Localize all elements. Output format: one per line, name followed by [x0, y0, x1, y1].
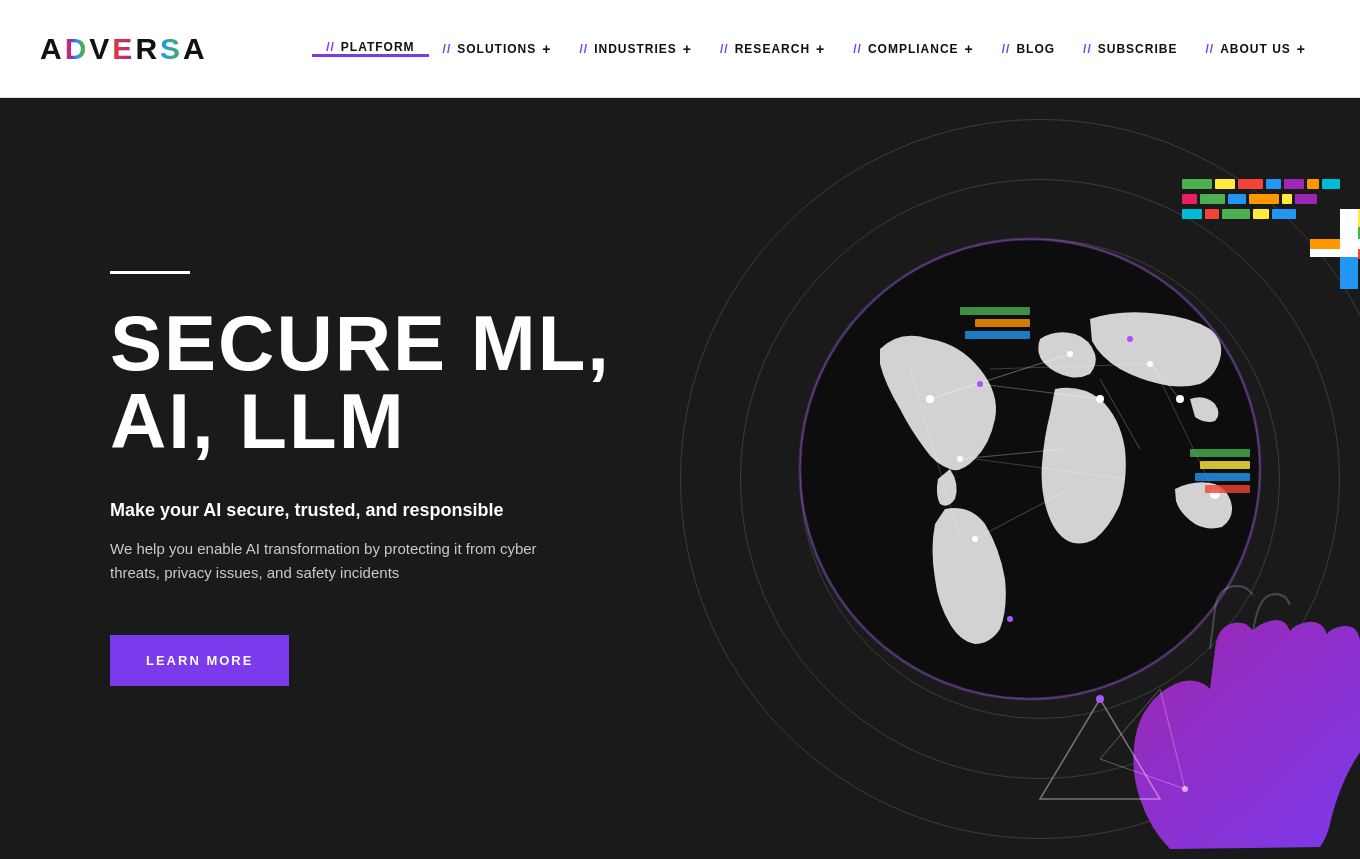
bar-orange-1 — [1307, 179, 1319, 189]
bar-green-1 — [1182, 179, 1212, 189]
nav-item-blog[interactable]: // BLOG — [988, 42, 1069, 56]
nav-slash-industries: // — [579, 42, 588, 56]
triangle-dot — [1096, 695, 1104, 703]
nav-slash-platform: // — [326, 40, 335, 54]
globe-bar-top-3 — [965, 331, 1030, 339]
bar-blue-2 — [1228, 194, 1246, 204]
site-header: ADVERSA // PLATFORM // SOLUTIONS + // IN… — [0, 0, 1360, 98]
bar-yellow-3 — [1253, 209, 1269, 219]
data-bar-row-1 — [1182, 179, 1340, 189]
logo[interactable]: ADVERSA — [40, 32, 208, 66]
nav-label-platform: PLATFORM — [341, 40, 415, 54]
nav-slash-subscribe: // — [1083, 42, 1092, 56]
bar-purple-1 — [1284, 179, 1304, 189]
bar-pink-2 — [1182, 194, 1197, 204]
main-nav: // PLATFORM // SOLUTIONS + // INDUSTRIES… — [268, 40, 1320, 57]
bar-red-1 — [1238, 179, 1263, 189]
hero-subtitle: Make your AI secure, trusted, and respon… — [110, 500, 680, 521]
globe-wrapper — [660, 99, 1360, 859]
hero-content: SECURE ML, AI, LLM Make your AI secure, … — [0, 191, 680, 766]
nav-plus-compliance: + — [965, 41, 974, 57]
bar-cyan-1 — [1322, 179, 1340, 189]
nav-plus-research: + — [816, 41, 825, 57]
node-7 — [1176, 395, 1184, 403]
triangle-2 — [1100, 689, 1185, 789]
nav-slash-compliance: // — [853, 42, 862, 56]
nav-label-blog: BLOG — [1016, 42, 1055, 56]
nav-item-industries[interactable]: // INDUSTRIES + — [565, 41, 706, 57]
nav-item-research[interactable]: // RESEARCH + — [706, 41, 839, 57]
learn-more-button[interactable]: LEARN MORE — [110, 635, 289, 686]
node-10 — [1147, 361, 1153, 367]
bar-yellow-2 — [1282, 194, 1292, 204]
plus-accent-5 — [1340, 257, 1358, 289]
nav-label-subscribe: SUBSCRIBE — [1098, 42, 1178, 56]
node-1 — [926, 395, 934, 403]
bar-blue-1 — [1266, 179, 1281, 189]
nav-slash-solutions: // — [443, 42, 452, 56]
nav-plus-solutions: + — [542, 41, 551, 57]
triangles-svg — [1020, 659, 1200, 809]
nav-item-compliance[interactable]: // COMPLIANCE + — [839, 41, 988, 57]
bar-orange-2 — [1249, 194, 1279, 204]
hero-divider — [110, 271, 190, 274]
plus-cross-svg — [1300, 199, 1360, 299]
node-6 — [1127, 336, 1133, 342]
bar-green-2 — [1200, 194, 1225, 204]
nav-label-research: RESEARCH — [735, 42, 810, 56]
nav-plus-industries: + — [683, 41, 692, 57]
node-3 — [977, 381, 983, 387]
globe-bar-1 — [1190, 449, 1250, 457]
node-5 — [957, 456, 963, 462]
bar-red-3 — [1205, 209, 1219, 219]
nav-item-subscribe[interactable]: // SUBSCRIBE — [1069, 42, 1191, 56]
nav-label-about: ABOUT US — [1220, 42, 1291, 56]
hero-section: SECURE ML, AI, LLM Make your AI secure, … — [0, 98, 1360, 859]
node-2 — [1067, 351, 1073, 357]
node-4 — [1096, 395, 1104, 403]
globe-bar-2 — [1200, 461, 1250, 469]
nav-item-about[interactable]: // ABOUT US + — [1191, 41, 1320, 57]
plus-accent-3 — [1310, 239, 1340, 249]
nav-label-solutions: SOLUTIONS — [457, 42, 536, 56]
logo-text: ADVERSA — [40, 32, 208, 66]
globe-bar-top-1 — [960, 307, 1030, 315]
node-8 — [972, 536, 978, 542]
bar-yellow-1 — [1215, 179, 1235, 189]
nav-slash-blog: // — [1002, 42, 1011, 56]
plus-cross-container — [1300, 199, 1360, 303]
bar-blue-3 — [1272, 209, 1296, 219]
nav-item-platform[interactable]: // PLATFORM — [312, 40, 428, 57]
nav-slash-research: // — [720, 42, 729, 56]
globe-bar-top-2 — [975, 319, 1030, 327]
triangle-1 — [1040, 699, 1160, 799]
nav-item-solutions[interactable]: // SOLUTIONS + — [429, 41, 566, 57]
hero-description: We help you enable AI transformation by … — [110, 537, 570, 585]
nav-plus-about: + — [1297, 41, 1306, 57]
bar-cyan-3 — [1182, 209, 1202, 219]
nav-slash-about: // — [1205, 42, 1214, 56]
nav-label-industries: INDUSTRIES — [594, 42, 677, 56]
nav-label-compliance: COMPLIANCE — [868, 42, 959, 56]
hero-title: SECURE ML, AI, LLM — [110, 304, 680, 460]
hero-globe-visual — [660, 99, 1360, 859]
bar-green-3 — [1222, 209, 1250, 219]
triangle-dot-2 — [1182, 786, 1188, 792]
node-11 — [1007, 616, 1013, 622]
